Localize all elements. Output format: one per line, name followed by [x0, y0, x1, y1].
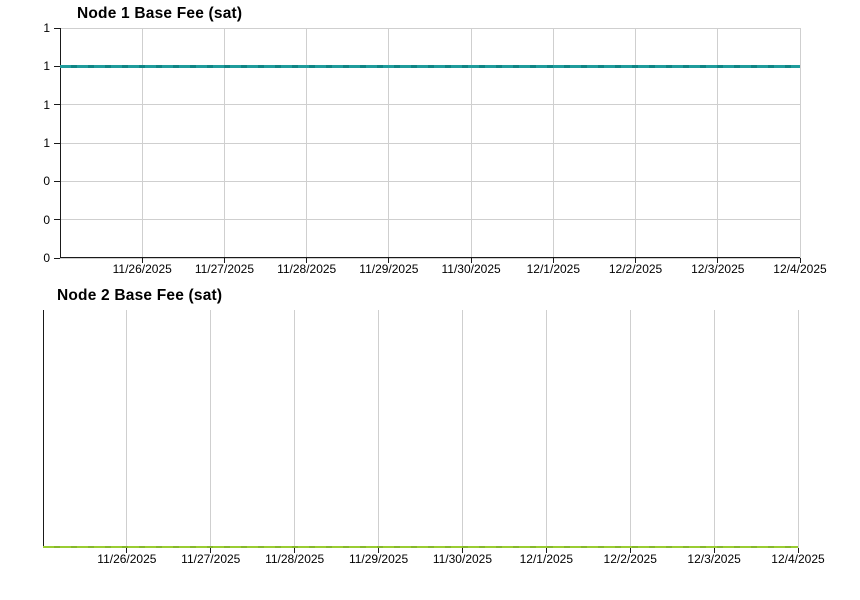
x-gridline [210, 310, 212, 548]
y-gridline [60, 104, 800, 106]
y-axis-line [43, 310, 44, 548]
x-axis-tick [713, 548, 715, 553]
x-gridline [388, 28, 390, 258]
x-tick-label: 11/28/2025 [277, 262, 337, 276]
x-tick-label: 12/4/2025 [771, 552, 825, 566]
x-gridline [629, 310, 631, 548]
x-gridline [141, 28, 143, 258]
node1-base-fee-chart: Node 1 Base Fee (sat) 1 1 1 1 0 0 0 11/26/2025 1… [0, 0, 860, 280]
x-tick-label: 12/2/2025 [608, 262, 663, 276]
x-axis-tick [799, 258, 801, 263]
x-tick-label: 11/29/2025 [359, 262, 419, 276]
y-tick-label: 0 [43, 174, 50, 189]
y-axis-line [60, 28, 61, 258]
x-gridline [552, 28, 554, 258]
y-tick-label: 1 [43, 59, 50, 74]
x-tick-label: 12/4/2025 [773, 262, 827, 276]
x-axis-tick [461, 548, 463, 553]
x-axis-tick [545, 548, 547, 553]
x-tick-label: 11/28/2025 [265, 552, 325, 566]
x-axis-tick [223, 258, 225, 263]
x-tick-label: 12/3/2025 [687, 552, 741, 566]
x-axis-tick [306, 258, 308, 263]
x-axis-tick [141, 258, 143, 263]
x-tick-label: 12/1/2025 [519, 552, 574, 566]
x-axis-tick [378, 548, 380, 553]
y-gridline [60, 142, 800, 144]
y-tick-label: 1 [43, 21, 50, 35]
node2-base-fee-chart: Node 2 Base Fee (sat) 11/26/2025 11/27/20… [0, 280, 860, 600]
x-axis-tick [629, 548, 631, 553]
x-tick-label: 11/30/2025 [432, 552, 493, 566]
x-gridline [126, 310, 128, 548]
x-gridline [470, 28, 472, 258]
x-axis-line [60, 257, 800, 258]
x-gridline [461, 310, 463, 548]
x-gridline [378, 310, 380, 548]
x-axis-tick [552, 258, 554, 263]
x-gridline [545, 310, 547, 548]
x-axis-tick [294, 548, 296, 553]
data-line-node-2-base-fee [43, 546, 798, 548]
node1-plot-area: 1 1 1 1 0 0 0 11/26/2025 11/27/2025 11/28/2025 11/… [43, 21, 826, 276]
x-gridline [223, 28, 225, 258]
x-axis-tick [470, 258, 472, 263]
x-tick-label: 11/30/2025 [441, 262, 501, 276]
data-line-node-1-base-fee [60, 64, 800, 68]
x-gridline [294, 310, 296, 548]
x-gridline [799, 28, 801, 258]
x-tick-label: 12/2/2025 [603, 552, 657, 566]
x-tick-label: 11/27/2025 [181, 552, 241, 566]
y-tick-label: 0 [43, 212, 50, 227]
y-gridline [60, 27, 800, 29]
node2-plot-area: 11/26/2025 11/27/2025 11/28/2025 11/29/2025… [43, 310, 825, 566]
y-tick-label: 0 [43, 251, 50, 265]
x-axis-tick [717, 258, 719, 263]
chart-title-node1: Node 1 Base Fee (sat) [77, 5, 243, 22]
x-axis-tick [635, 258, 637, 263]
x-gridline [797, 310, 799, 548]
x-tick-label: 11/27/2025 [194, 262, 255, 276]
x-gridline [717, 28, 719, 258]
y-gridline [60, 180, 800, 182]
base-fee-charts-page: Node 1 Base Fee (sat) 1 1 1 1 0 0 0 11/26/2025 1… [0, 0, 860, 600]
x-gridline [306, 28, 308, 258]
x-axis-tick [797, 548, 799, 553]
y-tick-label: 1 [43, 97, 50, 112]
x-gridline [713, 310, 715, 548]
x-axis-tick [388, 258, 390, 263]
y-gridline [60, 219, 800, 221]
y-tick-label: 1 [43, 136, 50, 150]
x-axis-tick [126, 548, 128, 553]
chart-title-node2: Node 2 Base Fee (sat) [57, 287, 223, 304]
x-tick-label: 11/29/2025 [348, 552, 409, 566]
x-axis-tick [210, 548, 212, 553]
x-tick-label: 11/26/2025 [112, 262, 172, 276]
x-tick-label: 12/1/2025 [526, 262, 581, 276]
x-tick-label: 11/26/2025 [97, 552, 157, 566]
x-gridline [635, 28, 637, 258]
x-tick-label: 12/3/2025 [691, 262, 745, 276]
